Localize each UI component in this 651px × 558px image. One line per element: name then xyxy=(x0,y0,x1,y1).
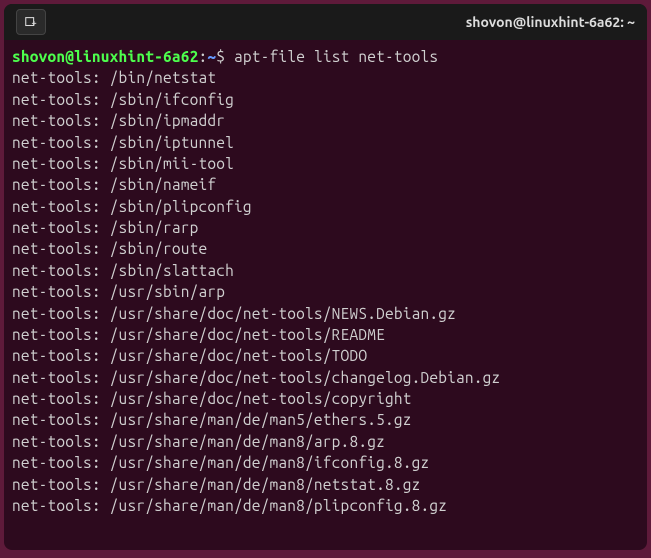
titlebar-left xyxy=(16,9,46,35)
new-tab-button[interactable] xyxy=(16,9,46,35)
terminal-window: shovon@linuxhint-6a62: ~ shovon@linuxhin… xyxy=(4,4,647,550)
output-line: net-tools: /usr/share/man/de/man8/arp.8.… xyxy=(12,431,639,452)
output-line: net-tools: /usr/share/doc/net-tools/NEWS… xyxy=(12,303,639,324)
command-text: apt-file list net-tools xyxy=(225,48,438,65)
output-line: net-tools: /sbin/ipmaddr xyxy=(12,110,639,131)
output-line: net-tools: /sbin/plipconfig xyxy=(12,196,639,217)
prompt-path: ~ xyxy=(207,48,216,65)
output-line: net-tools: /sbin/rarp xyxy=(12,217,639,238)
output-line: net-tools: /bin/netstat xyxy=(12,67,639,88)
output-line: net-tools: /usr/share/man/de/man5/ethers… xyxy=(12,409,639,430)
output-line: net-tools: /usr/share/man/de/man8/ifconf… xyxy=(12,452,639,473)
output-container: net-tools: /bin/netstatnet-tools: /sbin/… xyxy=(12,67,639,516)
prompt-dollar: $ xyxy=(216,48,225,65)
prompt-user-host: shovon@linuxhint-6a62 xyxy=(12,48,198,65)
output-line: net-tools: /sbin/iptunnel xyxy=(12,132,639,153)
output-line: net-tools: /usr/share/doc/net-tools/TODO xyxy=(12,345,639,366)
window-title: shovon@linuxhint-6a62: ~ xyxy=(466,14,635,30)
output-line: net-tools: /sbin/slattach xyxy=(12,260,639,281)
output-line: net-tools: /usr/share/doc/net-tools/copy… xyxy=(12,388,639,409)
output-line: net-tools: /sbin/nameif xyxy=(12,174,639,195)
output-line: net-tools: /sbin/mii-tool xyxy=(12,153,639,174)
titlebar: shovon@linuxhint-6a62: ~ xyxy=(4,4,647,40)
prompt-line: shovon@linuxhint-6a62:~$ apt-file list n… xyxy=(12,46,639,67)
output-line: net-tools: /usr/sbin/arp xyxy=(12,281,639,302)
output-line: net-tools: /usr/share/man/de/man8/netsta… xyxy=(12,474,639,495)
output-line: net-tools: /sbin/ifconfig xyxy=(12,89,639,110)
new-tab-icon xyxy=(24,15,38,29)
output-line: net-tools: /usr/share/doc/net-tools/READ… xyxy=(12,324,639,345)
output-line: net-tools: /usr/share/doc/net-tools/chan… xyxy=(12,367,639,388)
output-line: net-tools: /usr/share/man/de/man8/plipco… xyxy=(12,495,639,516)
terminal-body[interactable]: shovon@linuxhint-6a62:~$ apt-file list n… xyxy=(4,40,647,522)
output-line: net-tools: /sbin/route xyxy=(12,238,639,259)
